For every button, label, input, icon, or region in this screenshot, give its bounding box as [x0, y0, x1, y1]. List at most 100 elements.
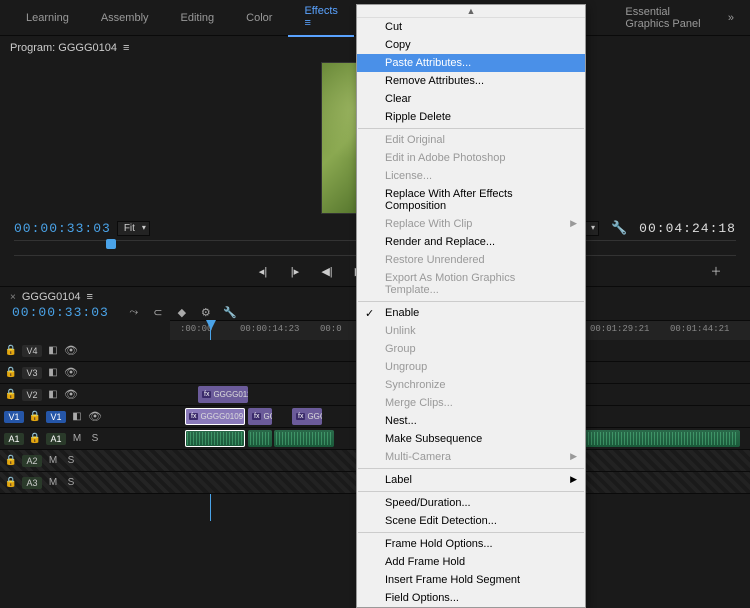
track-source[interactable]: V1 [4, 411, 24, 423]
menu-item-export-as-motion-graphics-template: Export As Motion Graphics Template... [357, 269, 585, 299]
menu-item-make-subsequence[interactable]: Make Subsequence [357, 430, 585, 448]
menu-item-clear[interactable]: Clear [357, 90, 585, 108]
mute-video-icon[interactable]: ◧ [70, 410, 84, 424]
menu-item-label[interactable]: Label▶ [357, 471, 585, 489]
menu-item-speed-duration[interactable]: Speed/Duration... [357, 494, 585, 512]
marker-icon[interactable]: ◆ [175, 306, 189, 319]
menu-item-copy[interactable]: Copy [357, 36, 585, 54]
track-label[interactable]: V1 [46, 411, 66, 423]
button-editor[interactable]: ＋ [706, 262, 726, 280]
lock-icon[interactable]: 🔒 [4, 476, 18, 490]
eye-icon[interactable]: 👁 [64, 366, 78, 379]
track-header-v3[interactable]: 🔒 V3 ◧ 👁 [0, 362, 170, 384]
track-label[interactable]: V4 [22, 345, 42, 357]
menu-item-insert-frame-hold-segment[interactable]: Insert Frame Hold Segment [357, 571, 585, 589]
menu-item-add-frame-hold[interactable]: Add Frame Hold [357, 553, 585, 571]
menu-item-label: Ungroup [385, 361, 427, 373]
overflow-button[interactable]: » [722, 12, 740, 24]
menu-item-ripple-delete[interactable]: Ripple Delete [357, 108, 585, 126]
menu-item-field-options[interactable]: Field Options... [357, 589, 585, 607]
lock-icon[interactable]: 🔒 [28, 410, 42, 424]
close-icon[interactable]: × [10, 292, 16, 303]
eye-icon[interactable]: 👁 [88, 410, 102, 423]
menu-item-scene-edit-detection[interactable]: Scene Edit Detection... [357, 512, 585, 530]
settings-icon[interactable]: ⚙ [199, 306, 213, 319]
lock-icon[interactable]: 🔒 [4, 388, 18, 402]
program-playhead[interactable] [106, 239, 116, 249]
panel-menu-icon[interactable]: ≡ [87, 291, 93, 303]
lock-icon[interactable]: 🔒 [4, 366, 18, 380]
clip-audio[interactable] [580, 430, 740, 447]
track-header-a1[interactable]: A1 🔒 A1 M S [0, 428, 170, 450]
menu-item-replace-with-after-effects-composition[interactable]: Replace With After Effects Composition [357, 185, 585, 215]
menu-item-paste-attributes[interactable]: Paste Attributes... [357, 54, 585, 72]
track-source[interactable]: A1 [4, 433, 24, 445]
track-header-a2[interactable]: 🔒 A2 M S [0, 450, 170, 472]
sequence-name[interactable]: GGGG0104 [22, 291, 81, 303]
tab-color[interactable]: Color [230, 6, 288, 30]
scroll-up-icon[interactable]: ▲ [357, 5, 585, 18]
solo-icon[interactable]: S [64, 454, 78, 468]
menu-item-label: Synchronize [385, 379, 446, 391]
panel-menu-icon[interactable]: ≡ [123, 42, 129, 54]
solo-icon[interactable]: S [88, 432, 102, 446]
mark-out-button[interactable]: |▸ [285, 262, 305, 280]
mute-audio-icon[interactable]: M [46, 454, 60, 468]
wrench-icon[interactable]: 🔧 [223, 306, 237, 319]
mute-audio-icon[interactable]: M [70, 432, 84, 446]
mute-video-icon[interactable]: ◧ [46, 366, 60, 380]
mark-in-button[interactable]: ◂| [253, 262, 273, 280]
eye-icon[interactable]: 👁 [64, 344, 78, 357]
mute-video-icon[interactable]: ◧ [46, 344, 60, 358]
track-label[interactable]: V3 [22, 367, 42, 379]
tab-editing[interactable]: Editing [165, 6, 231, 30]
step-back-button[interactable]: ◀| [317, 262, 337, 280]
track-header-v2[interactable]: 🔒 V2 ◧ 👁 [0, 384, 170, 406]
track-label[interactable]: A1 [46, 433, 66, 445]
track-header-v1[interactable]: V1 🔒 V1 ◧ 👁 [0, 406, 170, 428]
track-header-a3[interactable]: 🔒 A3 M S [0, 472, 170, 494]
menu-item-cut[interactable]: Cut [357, 18, 585, 36]
menu-item-unlink: Unlink [357, 322, 585, 340]
program-timecode-in[interactable]: 00:00:33:03 [14, 221, 111, 236]
lock-icon[interactable]: 🔒 [4, 344, 18, 358]
menu-item-remove-attributes[interactable]: Remove Attributes... [357, 72, 585, 90]
tab-essential-graphics[interactable]: Essential Graphics Panel [609, 0, 722, 36]
clip-audio[interactable] [185, 430, 245, 447]
menu-item-nest[interactable]: Nest... [357, 412, 585, 430]
mute-video-icon[interactable]: ◧ [46, 388, 60, 402]
eye-icon[interactable]: 👁 [64, 388, 78, 401]
clip-audio[interactable] [248, 430, 272, 447]
clip[interactable]: fxGGG [292, 408, 322, 425]
tab-learning[interactable]: Learning [10, 6, 85, 30]
menu-item-render-and-replace[interactable]: Render and Replace... [357, 233, 585, 251]
menu-item-edit-original: Edit Original [357, 131, 585, 149]
lock-icon[interactable]: 🔒 [28, 432, 42, 446]
snap-icon[interactable]: ⤳ [127, 306, 141, 319]
solo-icon[interactable]: S [64, 476, 78, 490]
menu-item-frame-hold-options[interactable]: Frame Hold Options... [357, 535, 585, 553]
clip[interactable]: fxGGGG0109 [185, 408, 245, 425]
mute-audio-icon[interactable]: M [46, 476, 60, 490]
menu-item-enable[interactable]: ✓Enable [357, 304, 585, 322]
timeline-timecode[interactable]: 00:00:33:03 [4, 305, 109, 320]
program-timecode-out: 00:04:24:18 [639, 221, 736, 236]
settings-wrench-icon[interactable]: 🔧 [605, 220, 633, 236]
menu-item-multi-camera: Multi-Camera▶ [357, 448, 585, 466]
tab-assembly[interactable]: Assembly [85, 6, 165, 30]
zoom-fit-select[interactable]: Fit [117, 221, 150, 236]
track-label[interactable]: A3 [22, 477, 42, 489]
track-label[interactable]: A2 [22, 455, 42, 467]
menu-item-label: Frame Hold Options... [385, 538, 493, 550]
track-label[interactable]: V2 [22, 389, 42, 401]
lock-icon[interactable]: 🔒 [4, 454, 18, 468]
tab-effects[interactable]: Effects ≡ [288, 0, 353, 37]
linked-selection-icon[interactable]: ⊂ [151, 306, 165, 319]
clip-audio[interactable] [274, 430, 334, 447]
menu-item-label: Remove Attributes... [385, 75, 484, 87]
menu-item-label: Label [385, 474, 412, 486]
menu-item-label: Field Options... [385, 592, 459, 604]
clip[interactable]: fxGGGG011 [198, 386, 248, 403]
track-header-v4[interactable]: 🔒 V4 ◧ 👁 [0, 340, 170, 362]
clip[interactable]: fxGG [248, 408, 272, 425]
